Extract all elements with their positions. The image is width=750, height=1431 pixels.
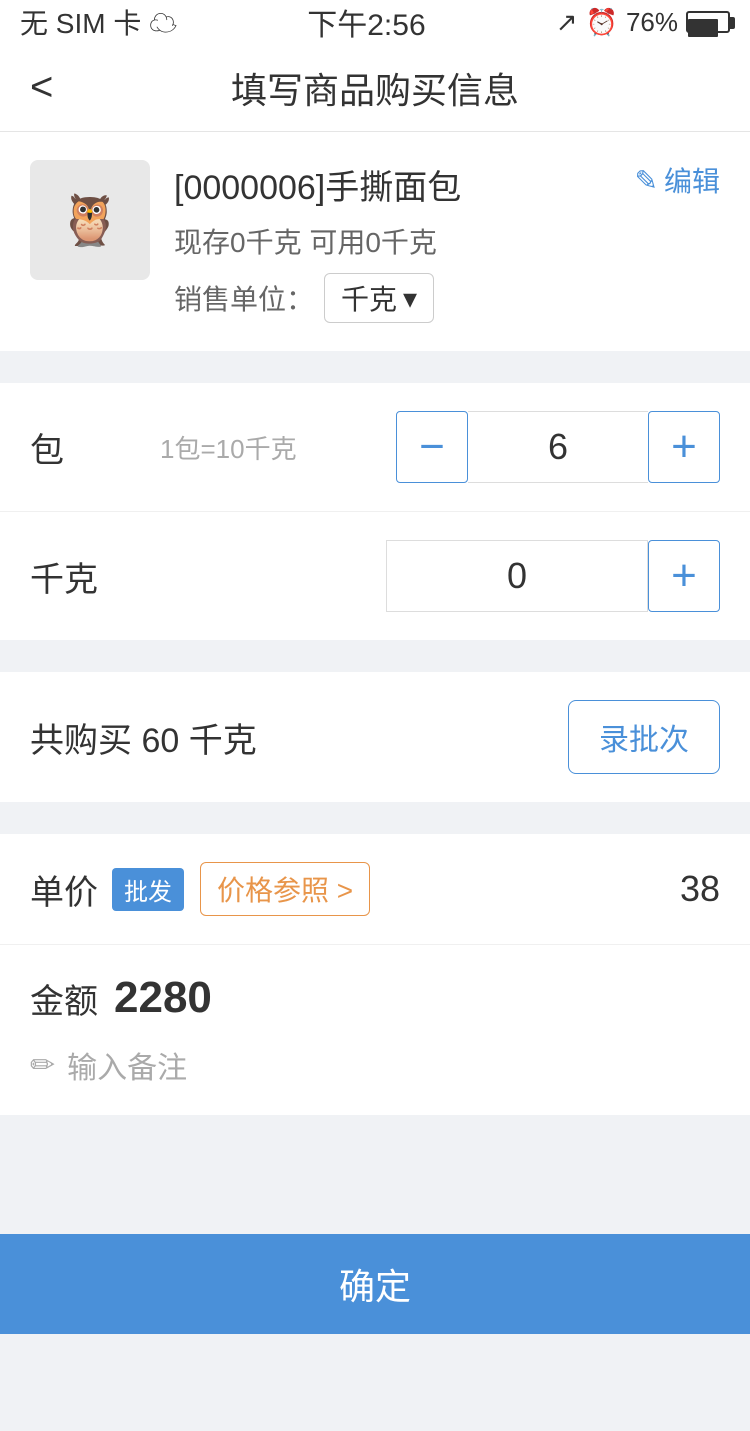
price-tag: 批发 <box>112 868 184 911</box>
unit-value: 千克 <box>341 278 397 318</box>
edit-button[interactable]: ✎ 编辑 <box>635 160 720 200</box>
product-stock: 现存0千克 可用0千克 <box>174 221 720 261</box>
kg-label: 千克 <box>30 552 150 601</box>
battery-icon <box>686 11 730 33</box>
product-unit-row: 销售单位： 千克 ▾ <box>174 273 720 323</box>
confirm-button[interactable]: 确定 <box>0 1234 750 1334</box>
total-section: 共购买 60 千克 录批次 <box>0 672 750 802</box>
price-value: 38 <box>680 868 720 910</box>
kg-increase-button[interactable]: + <box>648 540 720 612</box>
status-right: ↗ ⏰ 76% <box>556 7 730 38</box>
edit-icon: ✎ <box>635 164 658 197</box>
bao-hint: 1包=10千克 <box>160 429 396 466</box>
nav-bar: < 填写商品购买信息 <box>0 44 750 132</box>
divider-3 <box>0 818 750 834</box>
kg-quantity-input[interactable] <box>386 540 648 612</box>
unit-label: 销售单位： <box>174 278 314 318</box>
kg-row: 千克 + <box>0 512 750 640</box>
location-icon: ↗ <box>556 7 578 38</box>
amount-row: 金额 2280 <box>30 973 720 1023</box>
divider-1 <box>0 367 750 383</box>
product-info-section: 🦉 [0000006]手撕面包 现存0千克 可用0千克 销售单位： 千克 ▾ ✎… <box>0 132 750 351</box>
batch-button[interactable]: 录批次 <box>568 700 720 774</box>
product-logo-icon: 🦉 <box>59 191 121 250</box>
bao-increase-button[interactable]: + <box>648 411 720 483</box>
status-left: 无 SIM 卡 ☁ <box>20 2 177 42</box>
quantity-section: 包 1包=10千克 − + 千克 + <box>0 383 750 640</box>
status-bar: 无 SIM 卡 ☁ 下午2:56 ↗ ⏰ 76% <box>0 0 750 44</box>
price-section: 单价 批发 价格参照 > 38 <box>0 834 750 945</box>
status-time: 下午2:56 <box>307 0 425 44</box>
price-label: 单价 <box>30 865 98 914</box>
remark-row[interactable]: ✏ 输入备注 <box>30 1043 720 1087</box>
unit-select[interactable]: 千克 ▾ <box>324 273 434 323</box>
amount-value: 2280 <box>114 973 212 1023</box>
bao-decrease-button[interactable]: − <box>396 411 468 483</box>
edit-label: 编辑 <box>664 160 720 200</box>
back-button[interactable]: < <box>30 65 53 110</box>
amount-label: 金额 <box>30 974 98 1023</box>
remark-placeholder: 输入备注 <box>67 1043 187 1087</box>
sim-label: 无 SIM 卡 ☁ <box>20 2 177 42</box>
divider-2 <box>0 656 750 672</box>
alarm-icon: ⏰ <box>586 7 618 38</box>
kg-quantity-control: + <box>386 540 720 612</box>
page-title: 填写商品购买信息 <box>231 62 519 114</box>
pencil-icon: ✏ <box>30 1048 55 1083</box>
amount-section: 金额 2280 ✏ 输入备注 <box>0 945 750 1115</box>
price-reference-button[interactable]: 价格参照 > <box>200 862 370 916</box>
total-text: 共购买 60 千克 <box>30 713 257 762</box>
bao-label: 包 <box>30 423 150 472</box>
unit-dropdown-icon: ▾ <box>403 282 417 315</box>
bao-row: 包 1包=10千克 − + <box>0 383 750 512</box>
battery-label: 76% <box>626 7 678 38</box>
bao-quantity-control: − + <box>396 411 720 483</box>
product-image: 🦉 <box>30 160 150 280</box>
bao-quantity-input[interactable] <box>468 411 648 483</box>
